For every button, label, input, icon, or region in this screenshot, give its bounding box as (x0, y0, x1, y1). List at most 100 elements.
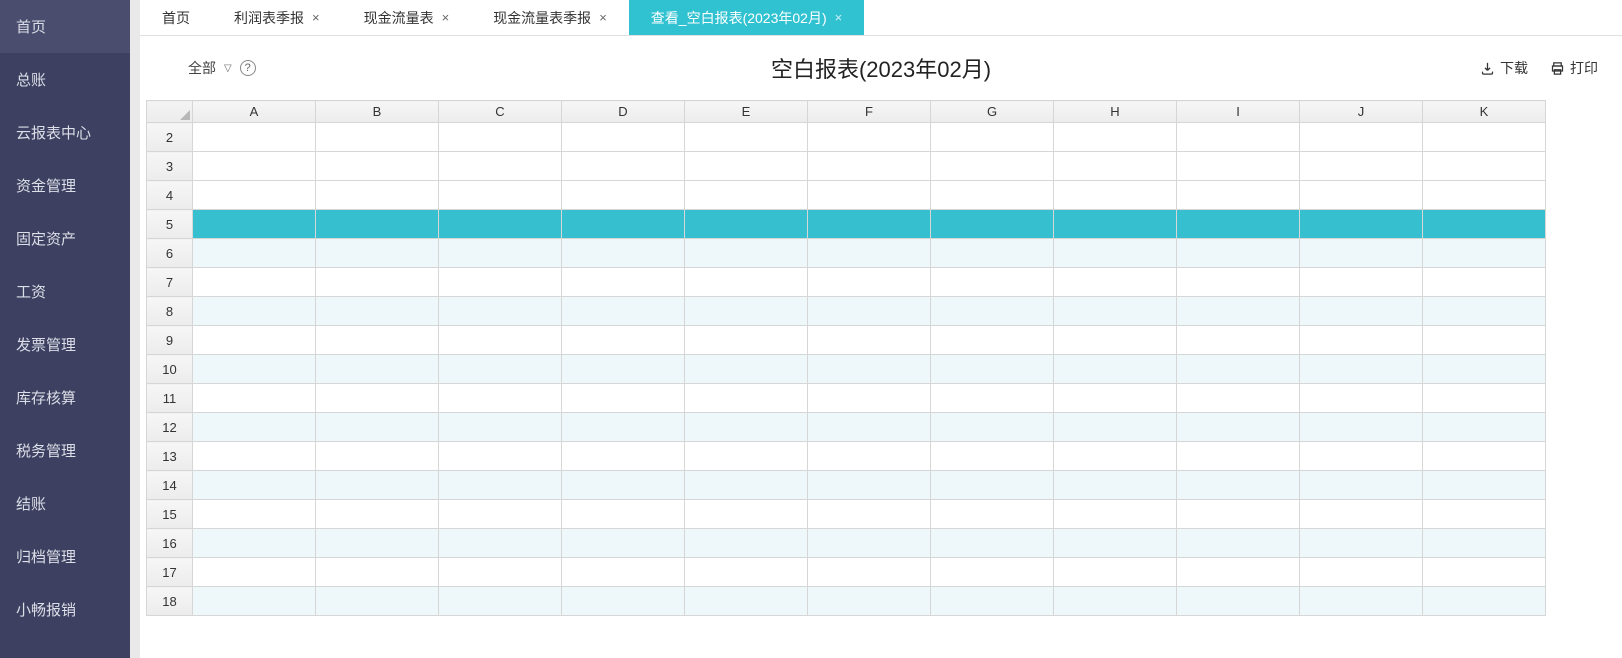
cell[interactable] (1423, 355, 1546, 384)
cell[interactable] (1054, 587, 1177, 616)
cell[interactable] (562, 558, 685, 587)
cell[interactable] (1177, 152, 1300, 181)
cell[interactable] (1054, 181, 1177, 210)
cell[interactable] (808, 152, 931, 181)
cell[interactable] (316, 297, 439, 326)
cell[interactable] (808, 587, 931, 616)
cell[interactable] (439, 326, 562, 355)
cell[interactable] (1054, 326, 1177, 355)
cell[interactable] (931, 297, 1054, 326)
column-header[interactable]: K (1423, 101, 1546, 123)
row-header[interactable]: 2 (147, 123, 193, 152)
cell[interactable] (808, 500, 931, 529)
cell[interactable] (439, 413, 562, 442)
cell[interactable] (1423, 297, 1546, 326)
sidebar-item-xiaochang-expense[interactable]: 小畅报销 (0, 583, 130, 636)
row-header[interactable]: 12 (147, 413, 193, 442)
sidebar-item-tax-management[interactable]: 税务管理 (0, 424, 130, 477)
spreadsheet[interactable]: ABCDEFGHIJK23456789101112131415161718 (146, 100, 1622, 658)
cell[interactable] (1423, 558, 1546, 587)
cell[interactable] (1423, 152, 1546, 181)
tab-view-blank-report[interactable]: 查看_空白报表(2023年02月) × (629, 0, 864, 35)
sidebar-item-archive-management[interactable]: 归档管理 (0, 530, 130, 583)
cell[interactable] (1054, 529, 1177, 558)
row-header[interactable]: 6 (147, 239, 193, 268)
cell[interactable] (685, 529, 808, 558)
cell[interactable] (931, 152, 1054, 181)
sidebar-item-general-ledger[interactable]: 总账 (0, 53, 130, 106)
column-header[interactable]: B (316, 101, 439, 123)
column-header[interactable]: G (931, 101, 1054, 123)
cell[interactable] (316, 210, 439, 239)
cell[interactable] (193, 123, 316, 152)
column-header[interactable]: J (1300, 101, 1423, 123)
cell[interactable] (1423, 442, 1546, 471)
cell[interactable] (1054, 384, 1177, 413)
cell[interactable] (1177, 471, 1300, 500)
cell[interactable] (685, 181, 808, 210)
cell[interactable] (931, 500, 1054, 529)
cell[interactable] (1300, 297, 1423, 326)
cell[interactable] (1423, 500, 1546, 529)
cell[interactable] (439, 181, 562, 210)
cell[interactable] (1054, 268, 1177, 297)
cell[interactable] (193, 297, 316, 326)
cell[interactable] (808, 326, 931, 355)
cell[interactable] (1423, 384, 1546, 413)
cell[interactable] (562, 210, 685, 239)
tab-home[interactable]: 首页 (140, 0, 212, 35)
cell[interactable] (316, 471, 439, 500)
cell[interactable] (439, 529, 562, 558)
column-header[interactable]: F (808, 101, 931, 123)
cell[interactable] (439, 268, 562, 297)
cell[interactable] (316, 500, 439, 529)
cell[interactable] (316, 326, 439, 355)
cell[interactable] (1177, 210, 1300, 239)
sidebar-item-fund-management[interactable]: 资金管理 (0, 159, 130, 212)
sidebar-item-salary[interactable]: 工资 (0, 265, 130, 318)
cell[interactable] (562, 123, 685, 152)
cell[interactable] (1054, 123, 1177, 152)
cell[interactable] (685, 239, 808, 268)
help-icon[interactable]: ? (240, 60, 256, 76)
cell[interactable] (1177, 123, 1300, 152)
cell[interactable] (562, 529, 685, 558)
cell[interactable] (1300, 239, 1423, 268)
cell[interactable] (439, 500, 562, 529)
cell[interactable] (562, 326, 685, 355)
cell[interactable] (1177, 326, 1300, 355)
cell[interactable] (685, 384, 808, 413)
cell[interactable] (1300, 413, 1423, 442)
row-header[interactable]: 16 (147, 529, 193, 558)
cell[interactable] (808, 355, 931, 384)
cell[interactable] (316, 181, 439, 210)
cell[interactable] (1054, 297, 1177, 326)
row-header[interactable]: 5 (147, 210, 193, 239)
cell[interactable] (562, 355, 685, 384)
cell[interactable] (1300, 500, 1423, 529)
tab-cashflow[interactable]: 现金流量表 × (342, 0, 472, 35)
row-header[interactable]: 8 (147, 297, 193, 326)
row-header[interactable]: 18 (147, 587, 193, 616)
row-header[interactable]: 7 (147, 268, 193, 297)
cell[interactable] (1054, 413, 1177, 442)
cell[interactable] (562, 471, 685, 500)
tab-cashflow-quarterly[interactable]: 现金流量表季报 × (471, 0, 629, 35)
sidebar-item-inventory-accounting[interactable]: 库存核算 (0, 371, 130, 424)
sidebar-scrollbar[interactable] (130, 0, 140, 658)
cell[interactable] (931, 558, 1054, 587)
cell[interactable] (1177, 355, 1300, 384)
cell[interactable] (439, 558, 562, 587)
cell[interactable] (193, 239, 316, 268)
row-header[interactable]: 9 (147, 326, 193, 355)
cell[interactable] (931, 413, 1054, 442)
column-header[interactable]: D (562, 101, 685, 123)
cell[interactable] (685, 210, 808, 239)
cell[interactable] (1054, 355, 1177, 384)
cell[interactable] (931, 355, 1054, 384)
cell[interactable] (1054, 210, 1177, 239)
cell[interactable] (1423, 268, 1546, 297)
cell[interactable] (1177, 181, 1300, 210)
column-header[interactable]: C (439, 101, 562, 123)
cell[interactable] (1177, 442, 1300, 471)
